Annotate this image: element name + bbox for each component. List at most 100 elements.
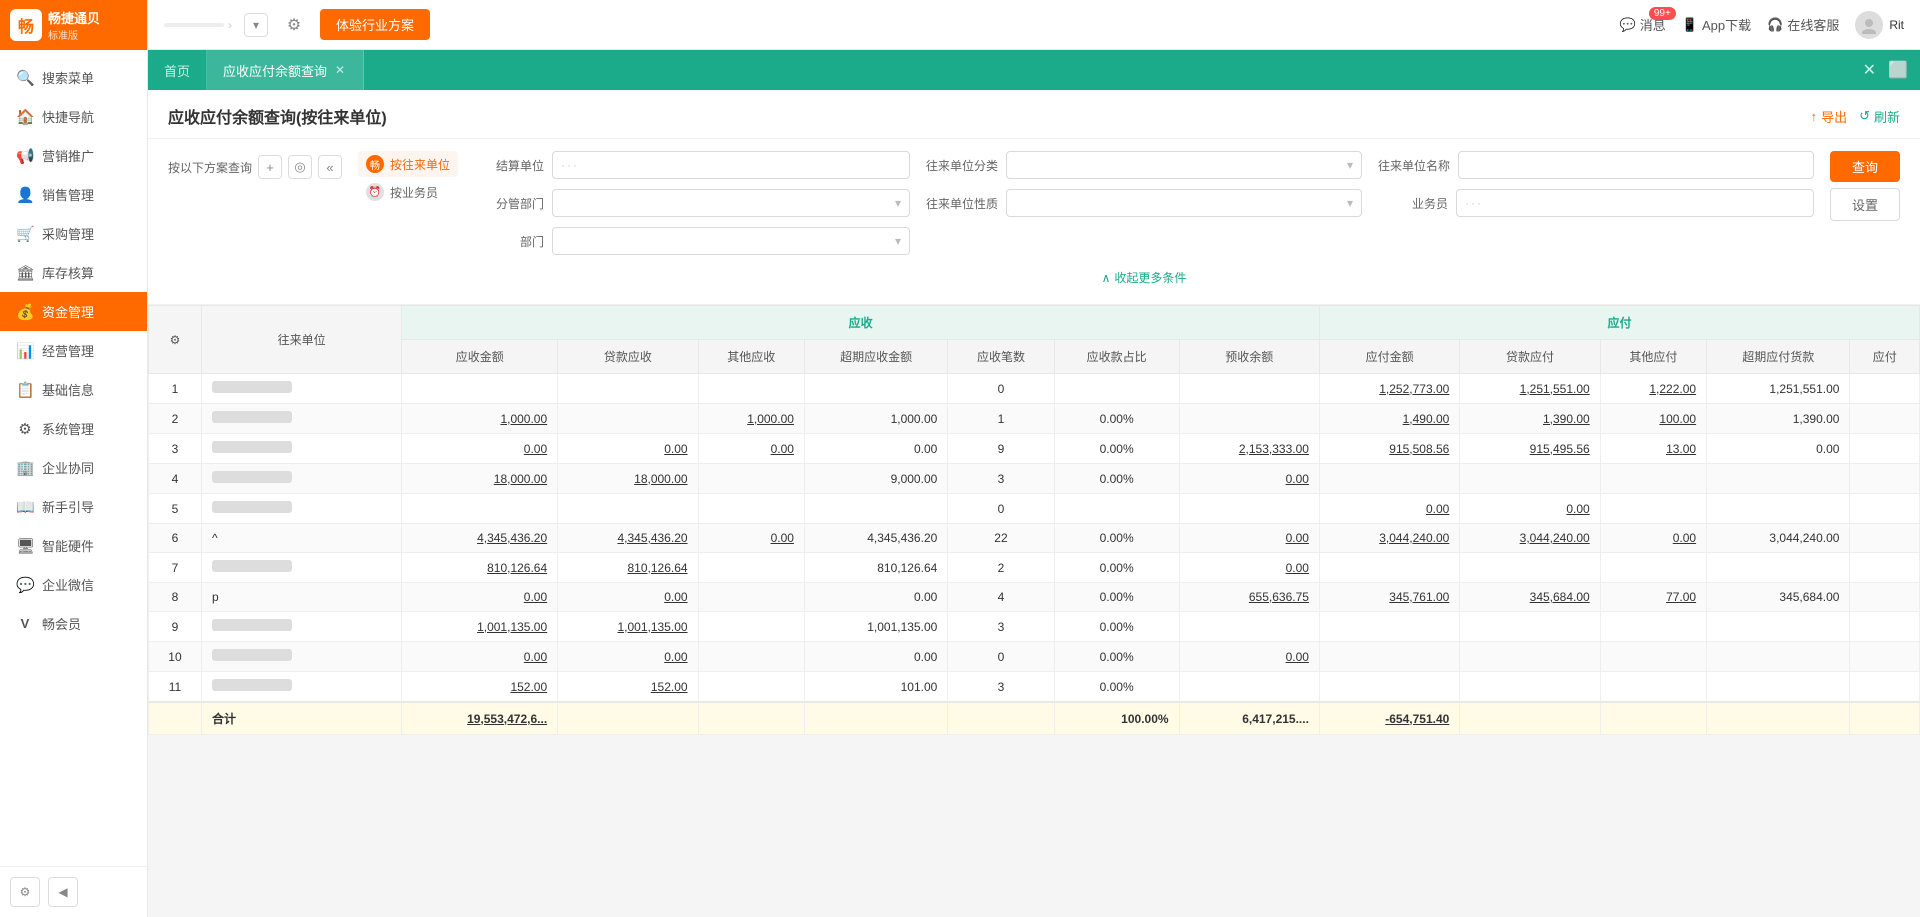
sidebar-item-system[interactable]: ⚙ 系统管理 xyxy=(0,409,147,448)
table-cell[interactable]: 1,001,135.00 xyxy=(558,612,698,642)
table-cell[interactable]: 100.00 xyxy=(1600,404,1706,434)
partner-name-input[interactable] xyxy=(1458,151,1814,179)
department-input[interactable]: ▾ xyxy=(552,227,910,255)
trial-btn[interactable]: 体验行业方案 xyxy=(320,9,430,40)
table-cell[interactable]: 0.00 xyxy=(1179,524,1319,553)
table-cell[interactable]: 1,000.00 xyxy=(698,404,804,434)
table-cell[interactable]: 1,390.00 xyxy=(1460,404,1600,434)
table-cell[interactable]: 0.00 xyxy=(1179,464,1319,494)
add-filter-btn[interactable]: + xyxy=(258,155,282,179)
table-cell[interactable]: 810,126.64 xyxy=(558,553,698,583)
user-menu[interactable]: Rit xyxy=(1855,11,1904,39)
partner-nature-input[interactable]: ▾ xyxy=(1006,189,1362,217)
sidebar-item-basicinfo[interactable]: 📋 基础信息 xyxy=(0,370,147,409)
table-cell[interactable]: 0.00 xyxy=(698,524,804,553)
table-cell: 0.00 xyxy=(804,583,947,612)
sidebar-item-sales[interactable]: 👤 销售管理 xyxy=(0,175,147,214)
sidebar-item-quicknav[interactable]: 🏠 快捷导航 xyxy=(0,97,147,136)
tab-query[interactable]: 应收应付余额查询 ✕ xyxy=(207,50,364,90)
sidebar-item-finance[interactable]: 💰 资金管理 xyxy=(0,292,147,331)
sidebar-item-enterprise[interactable]: 🏢 企业协同 xyxy=(0,448,147,487)
online-service-btn[interactable]: 🎧 在线客服 xyxy=(1767,15,1839,34)
sidebar-item-purchase[interactable]: 🛒 采购管理 xyxy=(0,214,147,253)
table-cell[interactable]: 18,000.00 xyxy=(558,464,698,494)
table-cell[interactable]: 0.00 xyxy=(1460,494,1600,524)
collapse-sidebar-btn[interactable]: ◀ xyxy=(48,877,78,907)
settings-btn[interactable]: ⚙ xyxy=(280,11,308,39)
table-cell[interactable]: 0.00 xyxy=(402,642,558,672)
sidebar-item-marketing[interactable]: 📢 营销推广 xyxy=(0,136,147,175)
marketing-icon: 📢 xyxy=(16,147,34,165)
sidebar-item-inventory[interactable]: 🏛 库存核算 xyxy=(0,253,147,292)
tab-close-btn[interactable]: ✕ xyxy=(333,61,347,79)
export-btn[interactable]: ↑ 导出 xyxy=(1811,107,1848,126)
table-cell[interactable]: 0.00 xyxy=(558,434,698,464)
tab-close-window-btn[interactable]: ✕ xyxy=(1859,60,1880,80)
table-cell[interactable]: 0.00 xyxy=(402,434,558,464)
page-container: 应收应付余额查询(按往来单位) ↑ 导出 ↺ 刷新 按以下方案查询 + ◎ xyxy=(148,90,1920,735)
table-cell[interactable]: 0.00 xyxy=(558,642,698,672)
th-settings[interactable]: ⚙ xyxy=(149,306,202,374)
table-cell[interactable]: 0.00 xyxy=(1319,494,1459,524)
table-cell[interactable]: 1,251,551.00 xyxy=(1460,374,1600,404)
sidebar-item-search[interactable]: 🔍 搜索菜单 xyxy=(0,58,147,97)
app-download-btn[interactable]: 📱 App下载 xyxy=(1682,15,1751,34)
salesperson-input[interactable]: ··· xyxy=(1456,189,1814,217)
settlement-input[interactable]: ··· xyxy=(552,151,910,179)
table-cell[interactable]: 152.00 xyxy=(558,672,698,703)
table-cell[interactable]: 1,222.00 xyxy=(1600,374,1706,404)
messages-btn[interactable]: 💬 消息 99+ xyxy=(1620,15,1666,34)
table-cell[interactable]: 345,684.00 xyxy=(1460,583,1600,612)
table-cell[interactable]: 1,001,135.00 xyxy=(402,612,558,642)
table-cell xyxy=(1850,374,1920,404)
scheme-salesperson[interactable]: ⏰ 按业务员 xyxy=(358,179,458,205)
partner-category-input[interactable]: ▾ xyxy=(1006,151,1362,179)
table-cell[interactable]: 18,000.00 xyxy=(402,464,558,494)
sidebar-item-member[interactable]: V 畅会员 xyxy=(0,604,147,643)
sidebar-item-guide[interactable]: 📖 新手引导 xyxy=(0,487,147,526)
table-cell[interactable]: 810,126.64 xyxy=(402,553,558,583)
tab-home[interactable]: 首页 xyxy=(148,50,207,90)
breadcrumb-dropdown-btn[interactable]: ▾ xyxy=(244,13,268,37)
table-cell[interactable]: 0.00 xyxy=(1600,524,1706,553)
table-cell[interactable]: 345,761.00 xyxy=(1319,583,1459,612)
sidebar-item-wechat[interactable]: 💬 企业微信 xyxy=(0,565,147,604)
table-cell[interactable]: 0.00 xyxy=(558,583,698,612)
table-cell[interactable]: 152.00 xyxy=(402,672,558,703)
scheme-partner[interactable]: 畅 按往来单位 xyxy=(358,151,458,177)
table-cell[interactable]: 0.00 xyxy=(402,583,558,612)
table-cell[interactable]: 915,508.56 xyxy=(1319,434,1459,464)
table-cell[interactable]: 2,153,333.00 xyxy=(1179,434,1319,464)
table-cell[interactable]: 0.00 xyxy=(698,434,804,464)
table-cell[interactable]: 4,345,436.20 xyxy=(558,524,698,553)
query-btn[interactable]: 查询 xyxy=(1830,151,1900,182)
collapse-more-btn[interactable]: ∧ 收起更多条件 xyxy=(1102,263,1187,292)
table-cell[interactable]: 915,495.56 xyxy=(1460,434,1600,464)
breadcrumb: › xyxy=(164,18,232,32)
table-cell[interactable]: 0.00 xyxy=(1179,642,1319,672)
table-cell[interactable]: 77.00 xyxy=(1600,583,1706,612)
table-cell[interactable]: 13.00 xyxy=(1600,434,1706,464)
table-cell[interactable]: 0.00 xyxy=(1179,553,1319,583)
set-btn[interactable]: 设置 xyxy=(1830,188,1900,221)
table-cell[interactable]: 655,636.75 xyxy=(1179,583,1319,612)
dept-input[interactable]: ▾ xyxy=(552,189,910,217)
sidebar-item-hardware[interactable]: 🖥 智能硬件 xyxy=(0,526,147,565)
table-cell xyxy=(1707,494,1850,524)
target-filter-btn[interactable]: ◎ xyxy=(288,155,312,179)
total-ap-amount[interactable]: -654,751.40 xyxy=(1319,702,1459,735)
table-cell[interactable]: 1,252,773.00 xyxy=(1319,374,1459,404)
table-cell[interactable]: 3,044,240.00 xyxy=(1319,524,1459,553)
table-settings-icon[interactable]: ⚙ xyxy=(170,333,181,347)
refresh-btn[interactable]: ↺ 刷新 xyxy=(1859,107,1900,126)
settings-footer-btn[interactable]: ⚙ xyxy=(10,877,40,907)
collapse-filter-btn[interactable]: « xyxy=(318,155,342,179)
filter-area: 按以下方案查询 + ◎ « 畅 按往来单位 ⏰ 按业务员 xyxy=(148,139,1920,305)
table-cell[interactable]: 1,000.00 xyxy=(402,404,558,434)
total-ar-amount[interactable]: 19,553,472,6... xyxy=(402,702,558,735)
tab-maximize-btn[interactable]: ⬜ xyxy=(1884,60,1912,80)
table-cell[interactable]: 1,490.00 xyxy=(1319,404,1459,434)
table-cell[interactable]: 4,345,436.20 xyxy=(402,524,558,553)
sidebar-item-management[interactable]: 📊 经营管理 xyxy=(0,331,147,370)
table-cell[interactable]: 3,044,240.00 xyxy=(1460,524,1600,553)
